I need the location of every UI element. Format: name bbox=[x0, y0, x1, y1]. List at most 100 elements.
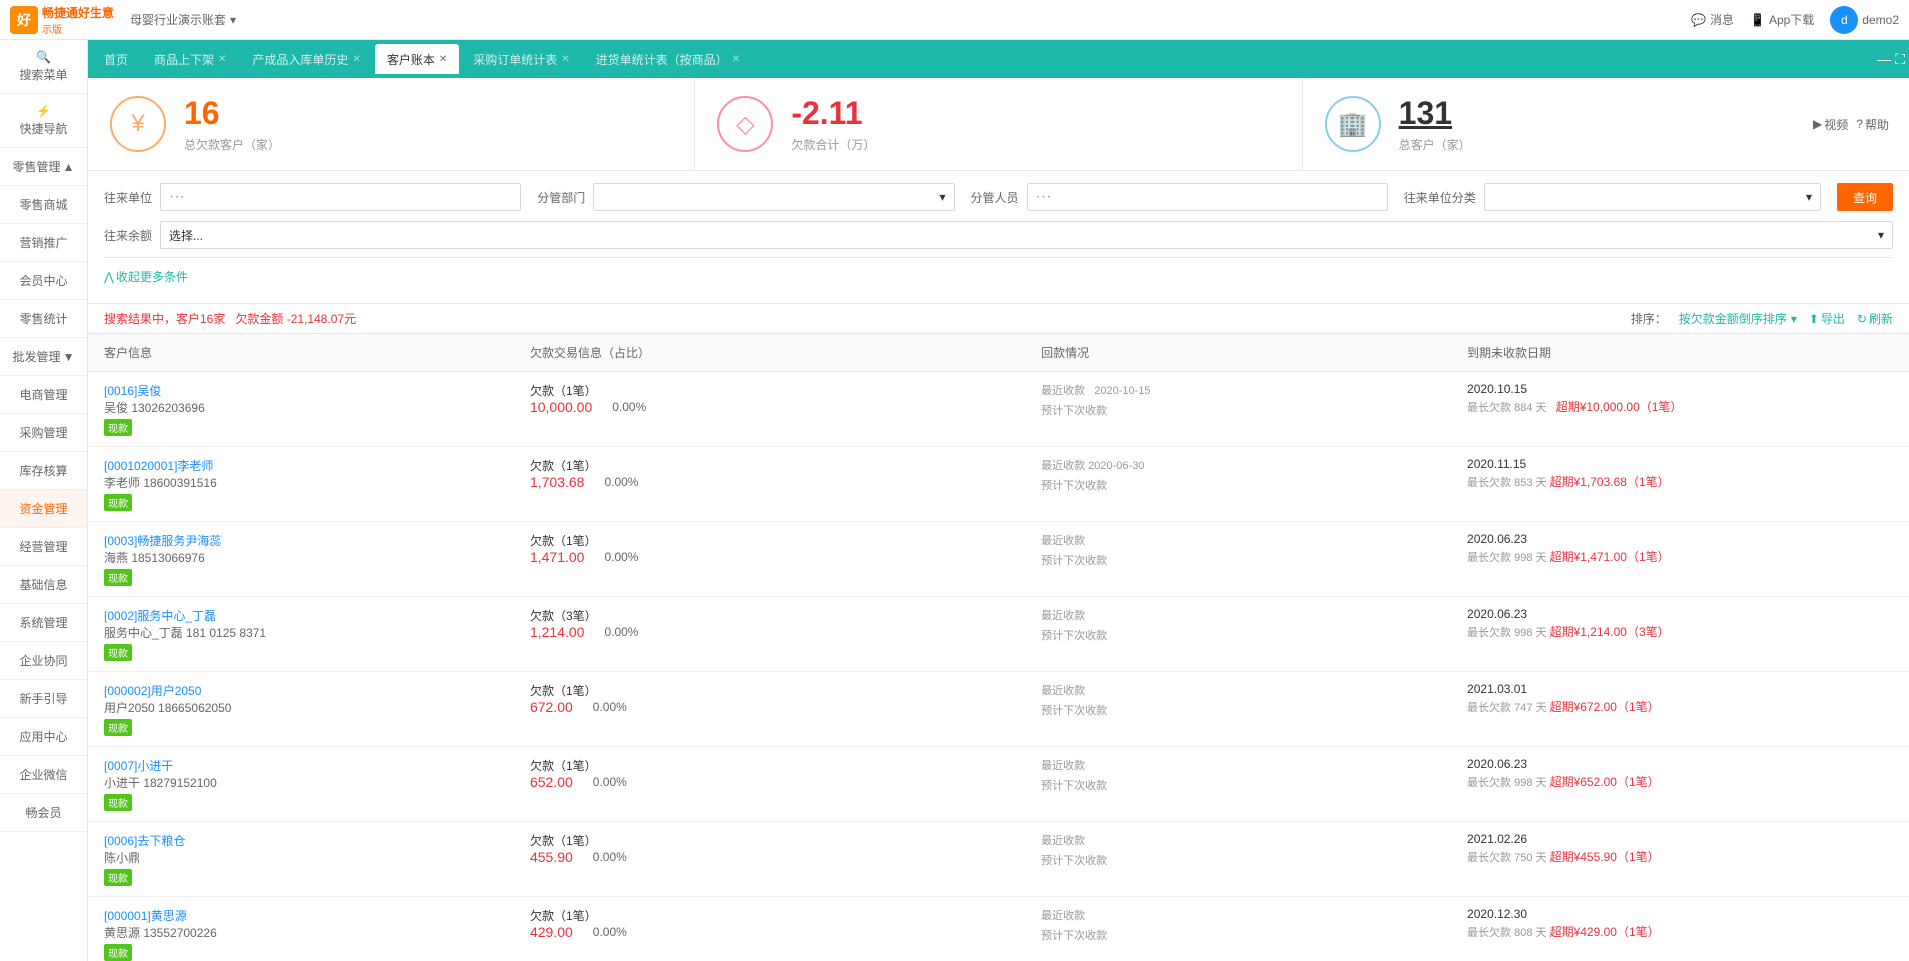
tab-purchase-order[interactable]: 采购订单统计表 ✕ bbox=[461, 44, 581, 74]
customer-info-col: [000001]黄思源 黄思源 13552700226 现款 bbox=[104, 907, 530, 961]
tab-customer-account-close[interactable]: ✕ bbox=[439, 54, 447, 65]
sidebar-item-marketing[interactable]: 营销推广 bbox=[0, 224, 87, 262]
due-overdue-amount[interactable]: 超期¥1,471.00（1笔） bbox=[1550, 550, 1670, 564]
sidebar-item-basic-info[interactable]: 基础信息 bbox=[0, 566, 87, 604]
recovery-next: 预计下次收款 bbox=[1041, 777, 1467, 793]
maximize-icon[interactable]: ⛶ bbox=[1895, 51, 1905, 68]
overdue-customers-number: 16 bbox=[184, 95, 280, 132]
message-btn[interactable]: 💬 消息 bbox=[1691, 11, 1734, 28]
debt-col: 欠款（1笔） 672.00 0.00% bbox=[530, 682, 1041, 715]
sort-chevron-icon: ▾ bbox=[1791, 312, 1797, 326]
customer-name[interactable]: [000001]黄思源 bbox=[104, 907, 530, 924]
customer-name[interactable]: [0001020001]李老师 bbox=[104, 457, 530, 474]
customer-phone: 陈小鼎 bbox=[104, 849, 530, 866]
summary-card-overdue-customers: ¥ 16 总欠款客户（家） bbox=[88, 78, 695, 170]
sidebar-item-quick-nav[interactable]: ⚡ 快捷导航 bbox=[0, 94, 87, 148]
tab-home[interactable]: 首页 bbox=[92, 44, 140, 74]
tab-purchase-order-close[interactable]: ✕ bbox=[561, 54, 569, 65]
tab-customer-account[interactable]: 客户账本 ✕ bbox=[375, 44, 459, 74]
sidebar-item-finance[interactable]: 资金管理 bbox=[0, 490, 87, 528]
sidebar-item-retail-stats[interactable]: 零售统计 bbox=[0, 300, 87, 338]
sidebar-item-retail-mgmt[interactable]: 零售管理 ▲ bbox=[0, 148, 87, 186]
recovery-col: 最近收款 预计下次收款 bbox=[1041, 607, 1467, 643]
collapse-label: 收起更多条件 bbox=[116, 268, 188, 285]
refresh-button[interactable]: ↻ 刷新 bbox=[1857, 310, 1893, 327]
unit-category-select[interactable]: ▾ bbox=[1484, 183, 1821, 211]
from-unit-input[interactable]: ··· bbox=[160, 183, 521, 211]
due-overdue-amount[interactable]: 超期¥455.90（1笔） bbox=[1550, 850, 1660, 864]
tab-product-history[interactable]: 产成品入库单历史 ✕ bbox=[240, 44, 372, 74]
dept-select[interactable]: ▾ bbox=[593, 183, 954, 211]
recovery-next: 预计下次收款 bbox=[1041, 402, 1467, 418]
result-debt-value: -21,148.07元 bbox=[287, 312, 356, 326]
minimize-icon[interactable]: — bbox=[1877, 51, 1891, 67]
customer-phone: 黄思源 13552700226 bbox=[104, 924, 530, 941]
overdue-amount-icon: ◇ bbox=[715, 94, 775, 154]
due-overdue-amount[interactable]: 超期¥652.00（1笔） bbox=[1550, 775, 1660, 789]
tab-product-history-close[interactable]: ✕ bbox=[352, 54, 360, 65]
sort-select[interactable]: 按欠款金额倒序排序 ▾ bbox=[1679, 310, 1797, 327]
sidebar-item-batch-mgmt[interactable]: 批发管理 ▼ bbox=[0, 338, 87, 376]
sidebar-search[interactable]: 🔍 搜索菜单 bbox=[0, 40, 87, 94]
export-button[interactable]: ⬆ 导出 bbox=[1809, 310, 1845, 327]
company-selector[interactable]: 母婴行业演示账套 ▾ bbox=[122, 11, 244, 28]
customer-name[interactable]: [0007]小进干 bbox=[104, 757, 530, 774]
debt-amount: 455.90 bbox=[530, 849, 573, 865]
tab-purchase-stats[interactable]: 进货单统计表（按商品） ✕ bbox=[584, 44, 752, 74]
customer-name[interactable]: [0003]畅捷服务尹海蕊 bbox=[104, 532, 530, 549]
user-area[interactable]: d demo2 bbox=[1830, 6, 1899, 34]
due-col: 2021.02.26 最长欠款 750 天 超期¥455.90（1笔） bbox=[1467, 832, 1893, 865]
sidebar-item-retail-mall[interactable]: 零售商城 bbox=[0, 186, 87, 224]
recovery-next: 预计下次收款 bbox=[1041, 927, 1467, 943]
sidebar-item-purchase[interactable]: 采购管理 bbox=[0, 414, 87, 452]
sidebar-item-system[interactable]: 系统管理 bbox=[0, 604, 87, 642]
debt-col: 欠款（1笔） 429.00 0.00% bbox=[530, 907, 1041, 940]
summary-cards: ¥ 16 总欠款客户（家） ◇ -2.11 欠款合计（万） bbox=[88, 78, 1909, 171]
query-button[interactable]: 查询 bbox=[1837, 183, 1893, 211]
sidebar-item-ecommerce[interactable]: 电商管理 bbox=[0, 376, 87, 414]
due-date: 2020.12.30 bbox=[1467, 907, 1893, 921]
tab-product-shelf-close[interactable]: ✕ bbox=[218, 54, 226, 65]
tab-purchase-stats-close[interactable]: ✕ bbox=[732, 54, 740, 65]
manager-input[interactable]: ··· bbox=[1027, 183, 1388, 211]
due-overdue-amount[interactable]: 超期¥1,703.68（1笔） bbox=[1550, 475, 1670, 489]
export-icon: ⬆ bbox=[1809, 312, 1819, 326]
due-overdue-amount[interactable]: 超期¥1,214.00（3笔） bbox=[1550, 625, 1670, 639]
filter-balance: 往来余额 选择... ▾ bbox=[104, 221, 1893, 249]
tab-product-shelf[interactable]: 商品上下架 ✕ bbox=[142, 44, 238, 74]
tab-purchase-stats-label: 进货单统计表（按商品） bbox=[596, 51, 728, 68]
tab-purchase-order-label: 采购订单统计表 bbox=[473, 51, 557, 68]
due-col: 2020.06.23 最长欠款 998 天 超期¥1,471.00（1笔） bbox=[1467, 532, 1893, 565]
customer-name[interactable]: [0002]服务中心_丁磊 bbox=[104, 607, 530, 624]
due-col: 2020.06.23 最长欠款 998 天 超期¥1,214.00（3笔） bbox=[1467, 607, 1893, 640]
due-overdue-amount[interactable]: 超期¥429.00（1笔） bbox=[1550, 925, 1660, 939]
customer-name[interactable]: [0006]去下粮仓 bbox=[104, 832, 530, 849]
recovery-col: 最近收款 预计下次收款 bbox=[1041, 532, 1467, 568]
sidebar: 🔍 搜索菜单 ⚡ 快捷导航 零售管理 ▲ 零售商城 营销推广 会员中心 零售统计… bbox=[0, 40, 88, 961]
sidebar-item-new-guide[interactable]: 新手引导 bbox=[0, 680, 87, 718]
sidebar-item-member[interactable]: 会员中心 bbox=[0, 262, 87, 300]
sidebar-item-inventory[interactable]: 库存核算 bbox=[0, 452, 87, 490]
customer-name[interactable]: [0016]吴俊 bbox=[104, 382, 530, 399]
sidebar-item-enterprise[interactable]: 企业协同 bbox=[0, 642, 87, 680]
sidebar-item-app-center[interactable]: 应用中心 bbox=[0, 718, 87, 756]
sidebar-item-enterprise-wx[interactable]: 企业微信 bbox=[0, 756, 87, 794]
due-overdue-amount[interactable]: 超期¥672.00（1笔） bbox=[1550, 700, 1660, 714]
debt-col: 欠款（1笔） 1,703.68 0.00% bbox=[530, 457, 1041, 490]
video-btn[interactable]: ▶ 视频 bbox=[1813, 116, 1848, 133]
help-btn[interactable]: ? 帮助 bbox=[1856, 116, 1889, 133]
retail-mgmt-label: 零售管理 bbox=[13, 158, 61, 175]
sidebar-item-label: 快捷导航 bbox=[19, 120, 67, 137]
customer-name[interactable]: [000002]用户2050 bbox=[104, 682, 530, 699]
due-col: 2021.03.01 最长欠款 747 天 超期¥672.00（1笔） bbox=[1467, 682, 1893, 715]
recovery-col: 最近收款 预计下次收款 bbox=[1041, 682, 1467, 718]
due-overdue-amount[interactable]: 超期¥10,000.00（1笔） bbox=[1556, 400, 1683, 414]
collapse-btn[interactable]: ⋀ 收起更多条件 bbox=[104, 262, 1893, 291]
sidebar-item-free-member[interactable]: 畅会员 bbox=[0, 794, 87, 832]
sidebar-item-business[interactable]: 经营管理 bbox=[0, 528, 87, 566]
recovery-col: 最近收款 预计下次收款 bbox=[1041, 757, 1467, 793]
app-download-btn[interactable]: 📱 App下载 bbox=[1750, 11, 1814, 28]
debt-count: 欠款（1笔） bbox=[530, 532, 1041, 549]
balance-select[interactable]: 选择... ▾ bbox=[160, 221, 1893, 249]
debt-percent: 0.00% bbox=[593, 925, 627, 939]
